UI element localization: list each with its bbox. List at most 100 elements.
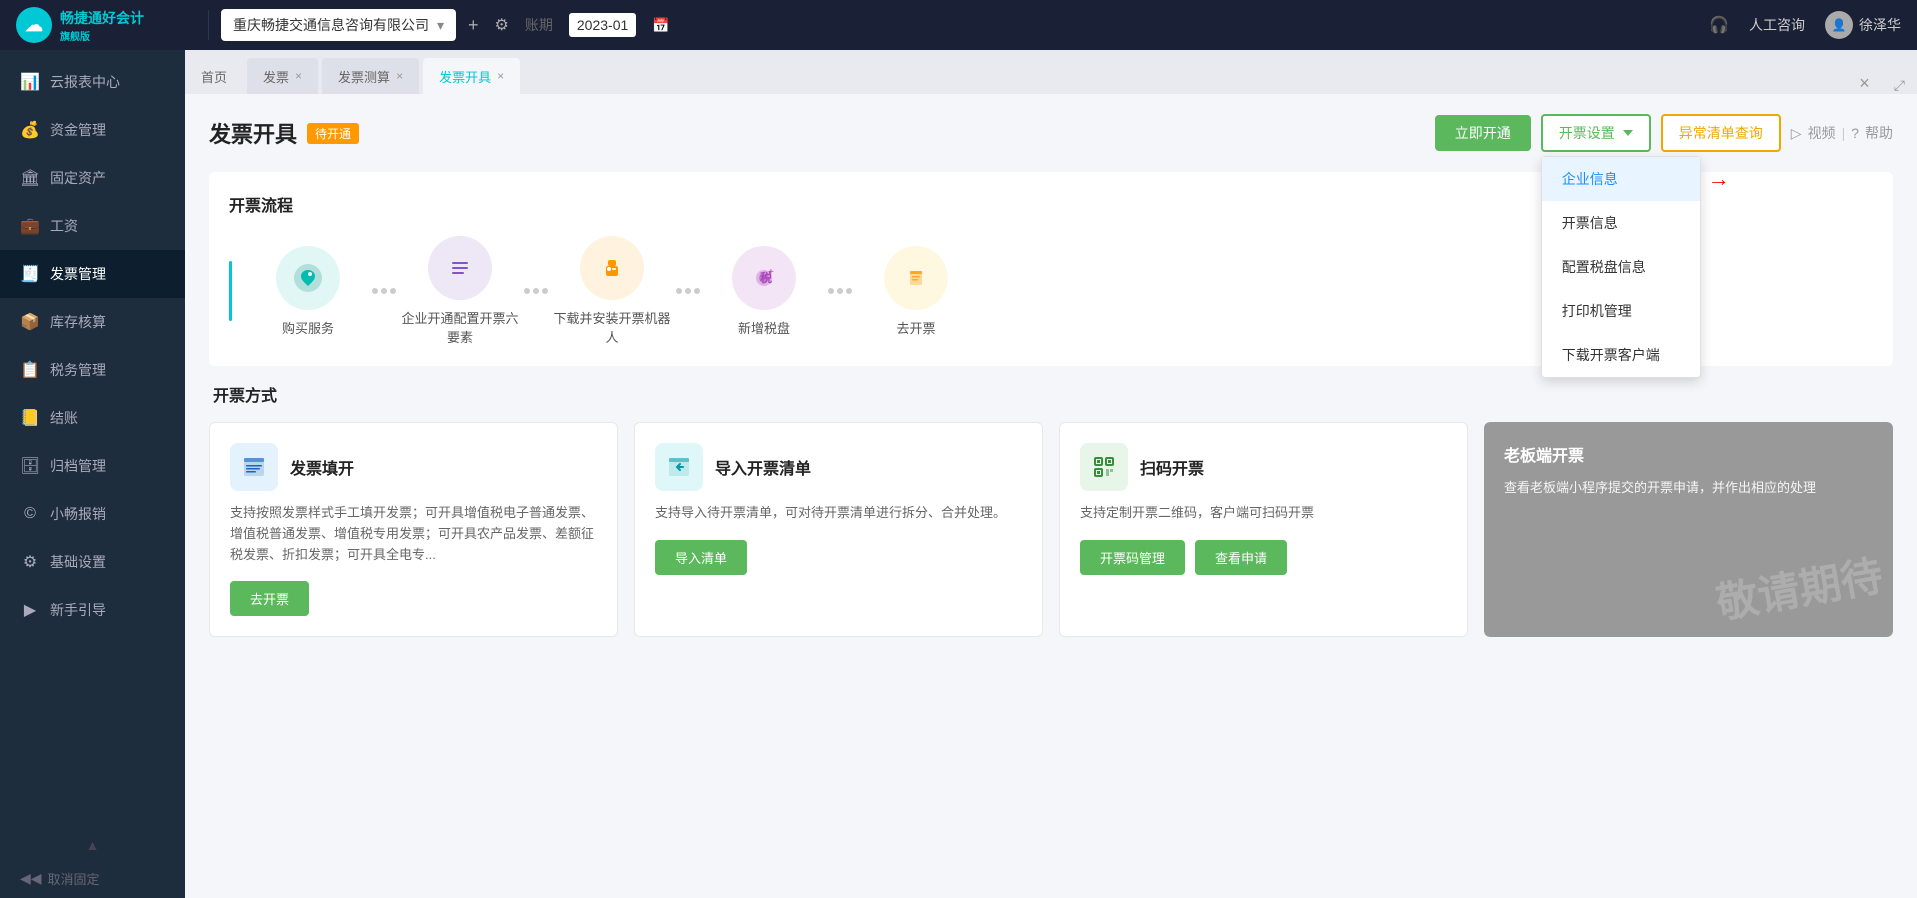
tab-invoice-open[interactable]: 发票开具 × [423, 58, 520, 94]
sidebar-item-guide[interactable]: ▶ 新手引导 [0, 586, 185, 634]
sidebar-item-inventory[interactable]: 📦 库存核算 [0, 298, 185, 346]
flow-step-2-label: 企业开通配置开票六要素 [400, 308, 520, 346]
method-fill-title: 发票填开 [290, 455, 354, 479]
method-fill-btn[interactable]: 去开票 [230, 581, 309, 616]
close-window-btn[interactable]: × [1847, 73, 1882, 94]
settings-icon[interactable]: ⚙ [495, 15, 509, 35]
flow-connector-4 [824, 288, 856, 294]
tab-invoice[interactable]: 发票 × [247, 58, 318, 94]
method-fill-desc: 支持按照发票样式手工填开发票；可开具增值税电子普通发票、增值税普通发票、增值税专… [230, 503, 597, 565]
tab-bar: 首页 发票 × 发票测算 × 发票开具 × × ⤢ [185, 50, 1917, 94]
sidebar-item-archive[interactable]: 🗄 归档管理 [0, 442, 185, 490]
tab-invoice-close[interactable]: × [295, 69, 302, 83]
cancel-fixed-btn[interactable]: ◀◀ 取消固定 [0, 859, 185, 898]
company-selector[interactable]: 重庆畅捷交通信息咨询有限公司 ▾ [221, 9, 456, 41]
methods-grid: 发票填开 支持按照发票样式手工填开发票；可开具增值税电子普通发票、增值税普通发票… [209, 422, 1893, 637]
tab-invoice-label: 发票 [263, 67, 289, 86]
method-fill-footer: 去开票 [230, 581, 597, 616]
report-icon: © [20, 505, 40, 523]
abnormal-button[interactable]: 异常清单查询 [1661, 114, 1781, 152]
dropdown-invoice-info-label: 开票信息 [1562, 215, 1618, 231]
tab-invoice-open-close[interactable]: × [497, 69, 504, 83]
methods-section: 开票方式 发票填开 支持按照发票样式手工填开发票；可开具增值税电子普通发票、增值… [209, 382, 1893, 637]
sidebar-item-settings[interactable]: ⚙ 基础设置 [0, 538, 185, 586]
user-info[interactable]: 👤 徐泽华 [1825, 11, 1901, 39]
method-scan-header: 扫码开票 [1080, 443, 1447, 491]
dropdown-printer-label: 打印机管理 [1562, 303, 1632, 319]
dropdown-company-info[interactable]: 企业信息 → [1542, 157, 1700, 201]
method-scan-btn-1[interactable]: 开票码管理 [1080, 540, 1185, 575]
page-title-area: 发票开具 待开通 [209, 117, 359, 149]
sidebar: 📊 云报表中心 💰 资金管理 🏛 固定资产 💼 工资 🧾 发票管理 📦 库存核算… [0, 50, 185, 898]
tab-home[interactable]: 首页 [185, 58, 243, 94]
dropdown-invoice-info[interactable]: 开票信息 [1542, 201, 1700, 245]
logo-area: ☁ 畅捷通好会计 旗舰版 [16, 7, 196, 43]
sidebar-item-fund[interactable]: 💰 资金管理 [0, 106, 185, 154]
flow-step-5-label: 去开票 [896, 318, 935, 337]
dropdown-printer[interactable]: 打印机管理 [1542, 289, 1700, 333]
flow-step-indicator [229, 261, 232, 321]
flow-step-5-icon [884, 246, 948, 310]
flow-step-1-icon [276, 246, 340, 310]
calendar-icon[interactable]: 📅 [652, 17, 669, 34]
flow-connector-1 [368, 288, 400, 294]
fund-icon: 💰 [20, 120, 40, 140]
invoice-icon: 🧾 [20, 264, 40, 284]
dropdown-tax-disk-label: 配置税盘信息 [1562, 259, 1646, 275]
salary-icon: 💼 [20, 216, 40, 236]
tab-invoice-calc-close[interactable]: × [396, 69, 403, 83]
red-arrow-indicator: → [1708, 166, 1730, 192]
method-import-desc: 支持导入待开票清单，可对待开票清单进行拆分、合并处理。 [655, 503, 1022, 524]
chevron-down-icon: ▾ [437, 17, 444, 34]
sidebar-item-salary[interactable]: 💼 工资 [0, 202, 185, 250]
dropdown-download-client-label: 下载开票客户端 [1562, 347, 1660, 363]
activate-button[interactable]: 立即开通 [1435, 115, 1531, 151]
video-label[interactable]: 视频 [1808, 123, 1836, 143]
method-boss-title: 老板端开票 [1504, 448, 1584, 465]
logo-text: 畅捷通好会计 旗舰版 [60, 8, 144, 43]
flow-step-4-icon: 税+ [732, 246, 796, 310]
method-import-header: 导入开票清单 [655, 443, 1022, 491]
question-icon: ? [1851, 125, 1859, 141]
settings-dropdown-arrow [1623, 130, 1633, 136]
settings-button[interactable]: 开票设置 [1541, 114, 1651, 152]
period-value: 2023-01 [569, 13, 636, 37]
help-label[interactable]: 帮助 [1865, 123, 1893, 143]
add-icon[interactable]: + [468, 15, 479, 36]
company-name: 重庆畅捷交通信息咨询有限公司 [233, 15, 429, 35]
sidebar-item-assets[interactable]: 🏛 固定资产 [0, 154, 185, 202]
consult-label[interactable]: 人工咨询 [1749, 15, 1805, 35]
flow-connector-3 [672, 288, 704, 294]
tab-invoice-calc[interactable]: 发票测算 × [322, 58, 419, 94]
flow-step-3-icon [580, 236, 644, 300]
header-actions: 立即开通 开票设置 企业信息 → [1435, 114, 1893, 152]
sidebar-item-tax[interactable]: 📋 税务管理 [0, 346, 185, 394]
tab-home-label: 首页 [201, 67, 227, 86]
dropdown-tax-disk[interactable]: 配置税盘信息 [1542, 245, 1700, 289]
sidebar-item-cloud-report[interactable]: 📊 云报表中心 [0, 58, 185, 106]
top-bar: ☁ 畅捷通好会计 旗舰版 重庆畅捷交通信息咨询有限公司 ▾ + ⚙ 账期 202… [0, 0, 1917, 50]
headset-icon: 🎧 [1709, 15, 1729, 35]
archive-icon: 🗄 [20, 456, 40, 476]
method-scan: 扫码开票 支持定制开票二维码，客户端可扫码开票 开票码管理 查看申请 [1059, 422, 1468, 637]
method-fill-header: 发票填开 [230, 443, 597, 491]
watermark-text: 敬请期待 [1711, 542, 1887, 631]
flow-step-1-label: 购买服务 [282, 318, 334, 337]
dropdown-company-info-label: 企业信息 [1562, 171, 1618, 187]
sidebar-item-report[interactable]: © 小畅报销 [0, 490, 185, 538]
logo-icon: ☁ [16, 7, 52, 43]
tax-icon: 📋 [20, 360, 40, 380]
method-import-btn[interactable]: 导入清单 [655, 540, 747, 575]
logo-cloud-icon: ☁ [25, 15, 43, 36]
svg-text:+: + [768, 267, 774, 278]
method-scan-footer: 开票码管理 查看申请 [1080, 540, 1447, 575]
sidebar-item-accounting[interactable]: 📒 结账 [0, 394, 185, 442]
method-scan-icon [1080, 443, 1128, 491]
method-scan-btn-2[interactable]: 查看申请 [1195, 540, 1287, 575]
dropdown-download-client[interactable]: 下载开票客户端 [1542, 333, 1700, 377]
method-boss-card: 老板端开票 查看老板端小程序提交的开票申请，并作出相应的处理 敬请期待 [1484, 422, 1893, 637]
method-scan-title: 扫码开票 [1140, 455, 1204, 479]
maximize-btn[interactable]: ⤢ [1882, 77, 1917, 94]
help-area: ▷ 视频 | ? 帮助 [1791, 123, 1893, 143]
sidebar-item-invoice[interactable]: 🧾 发票管理 [0, 250, 185, 298]
